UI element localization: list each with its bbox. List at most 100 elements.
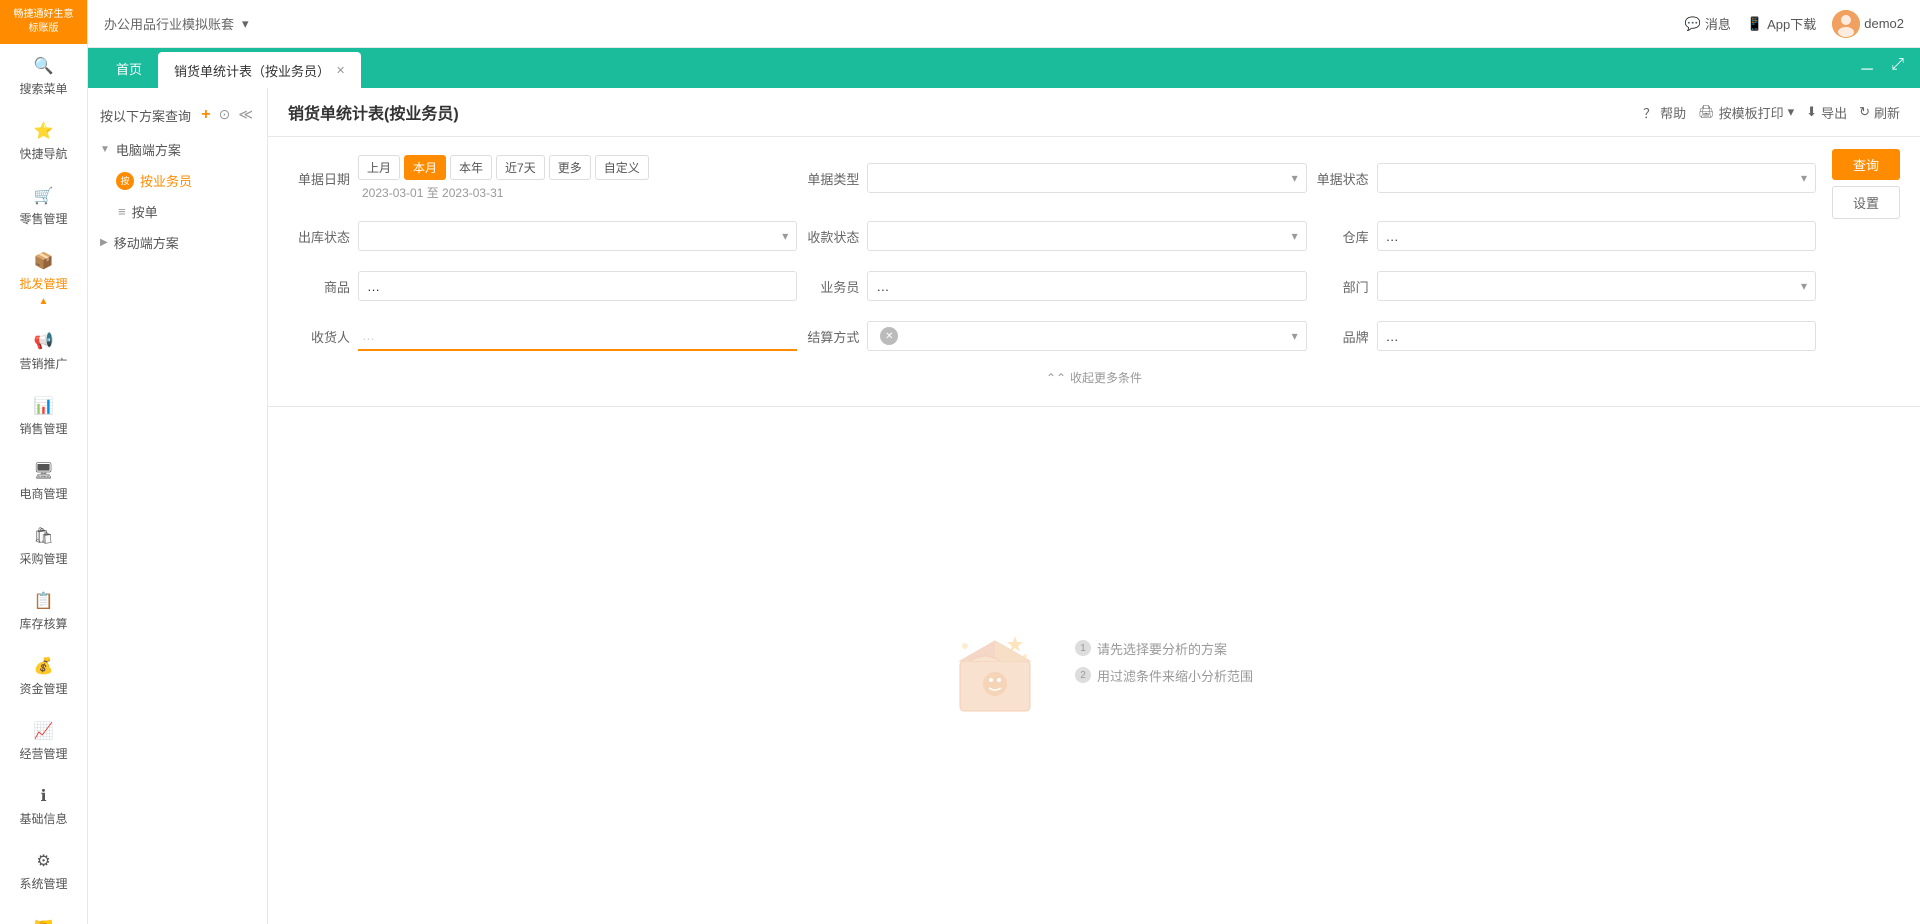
warehouse-filter-cell: 仓库 … — [1307, 215, 1816, 257]
doc-status-select[interactable]: ▾ — [1377, 163, 1816, 193]
order-icon: ≡ — [118, 204, 126, 219]
tree-item-order[interactable]: ≡ 按单 — [88, 196, 267, 227]
app-download-label: App下载 — [1767, 14, 1816, 33]
date-btn-this-year[interactable]: 本年 — [450, 155, 492, 180]
sidebar-item-enterprise[interactable]: 🤝 企业协同 — [0, 904, 87, 924]
sidebar-item-system[interactable]: ⚙ 系统管理 — [0, 839, 87, 904]
goods-filter-cell: 商品 … — [288, 265, 797, 307]
settings-scheme-button[interactable]: ⊙ — [217, 104, 233, 126]
basic-icon: ℹ — [40, 786, 46, 806]
template-print-button[interactable]: 🖨 按模板打印 ▾ — [1698, 103, 1794, 122]
tab-home[interactable]: 首页 — [100, 48, 158, 88]
workspace-title: 办公用品行业模拟账套 — [104, 14, 234, 33]
sidebar-item-finance[interactable]: 💰 资金管理 — [0, 644, 87, 709]
brand-select[interactable]: … — [1377, 321, 1816, 351]
sidebar-item-inventory[interactable]: 📋 库存核算 — [0, 579, 87, 644]
dept-filter-cell: 部门 ▾ — [1307, 265, 1816, 307]
purchase-icon: 🛍 — [33, 526, 53, 546]
sidebar-item-retail[interactable]: 🛒 零售管理 — [0, 174, 87, 239]
doc-status-filter-cell: 单据状态 ▾ — [1307, 149, 1816, 207]
sidebar-item-label: 零售管理 — [19, 210, 67, 227]
shipment-select[interactable]: ▾ — [358, 221, 797, 251]
sidebar-item-label: 搜索菜单 — [19, 80, 67, 97]
payment-select[interactable]: ▾ — [867, 221, 1306, 251]
sidebar-nav: 🔍 搜索菜单 ⭐ 快捷导航 🛒 零售管理 📦 批发管理 ▲ 📢 营销推广 📊 销… — [0, 44, 87, 924]
reset-button[interactable]: 设置 — [1832, 186, 1900, 219]
settlement-chevron: ▾ — [1292, 329, 1298, 343]
sidebar-item-sales[interactable]: 📊 销售管理 — [0, 384, 87, 449]
tab-report-label: 销货单统计表（按业务员） — [174, 61, 330, 80]
date-btn-7days[interactable]: 近7天 — [496, 155, 545, 180]
message-icon: 💬 — [1685, 16, 1701, 32]
receiver-input[interactable]: … — [358, 321, 797, 351]
collapse-panel-button[interactable]: ≪ — [236, 104, 255, 126]
refresh-icon: ↻ — [1859, 104, 1870, 120]
tab-report[interactable]: 销货单统计表（按业务员） ✕ — [158, 52, 361, 88]
refresh-button[interactable]: ↻ 刷新 — [1859, 103, 1900, 122]
tip-1-text: 请先选择要分析的方案 — [1097, 639, 1227, 658]
dept-select[interactable]: ▾ — [1377, 271, 1816, 301]
sidebar-item-label: 电商管理 — [19, 485, 67, 502]
tip-num-1: 1 — [1075, 640, 1091, 656]
tree-item-pc[interactable]: ▼ 电脑端方案 — [88, 134, 267, 165]
sidebar-item-search[interactable]: 🔍 搜索菜单 — [0, 44, 87, 109]
sidebar-item-wholesale[interactable]: 📦 批发管理 ▲ — [0, 239, 87, 319]
system-icon: ⚙ — [36, 851, 50, 871]
export-button[interactable]: ⬇ 导出 — [1806, 103, 1847, 122]
settlement-clear-button[interactable]: ✕ — [880, 327, 898, 345]
tree-expand-icon: ▼ — [100, 144, 110, 155]
filter-area: 单据日期 上月 本月 本年 近7天 更多 自定义 2023-03-01 至 20… — [268, 137, 1920, 407]
tabbar-right: － ⤢ — [1855, 52, 1908, 84]
salesperson-value: … — [876, 279, 889, 294]
warehouse-value: … — [1386, 229, 1399, 244]
date-btn-last-month[interactable]: 上月 — [358, 155, 400, 180]
refresh-label: 刷新 — [1874, 103, 1900, 122]
date-btn-custom[interactable]: 自定义 — [595, 155, 649, 180]
query-button[interactable]: 查询 — [1832, 149, 1900, 180]
sidebar-item-marketing[interactable]: 📢 营销推广 — [0, 319, 87, 384]
tree-item-mobile[interactable]: ▶ 移动端方案 — [88, 227, 267, 258]
settlement-select[interactable]: ✕ ▾ — [867, 321, 1306, 351]
sidebar-item-label: 快捷导航 — [19, 145, 67, 162]
warehouse-select[interactable]: … — [1377, 221, 1816, 251]
date-btn-this-month[interactable]: 本月 — [404, 155, 446, 180]
tab-close-icon[interactable]: ✕ — [336, 64, 345, 77]
goods-value: … — [367, 279, 380, 294]
goods-select[interactable]: … — [358, 271, 797, 301]
doc-type-select[interactable]: ▾ — [867, 163, 1306, 193]
sidebar-item-label: 资金管理 — [19, 680, 67, 697]
sidebar-item-operations[interactable]: 📈 经营管理 — [0, 709, 87, 774]
app-download-button[interactable]: 📱 App下载 — [1747, 14, 1816, 33]
page-actions: ？ 帮助 🖨 按模板打印 ▾ ⬇ 导出 ↻ 刷新 — [1643, 103, 1900, 122]
sidebar-item-label: 采购管理 — [19, 550, 67, 567]
salesperson-select[interactable]: … — [867, 271, 1306, 301]
date-btn-more[interactable]: 更多 — [549, 155, 591, 180]
export-icon: ⬇ — [1806, 104, 1817, 120]
receiver-value: … — [362, 328, 375, 343]
workspace-dropdown[interactable]: ▾ — [242, 16, 249, 32]
user-area[interactable]: demo2 — [1832, 10, 1904, 38]
message-button[interactable]: 💬 消息 — [1685, 14, 1731, 33]
sidebar-item-label: 营销推广 — [19, 355, 67, 372]
tree-item-salesperson[interactable]: 按 按业务员 — [88, 165, 267, 196]
sidebar-item-ecommerce[interactable]: 🖥 电商管理 — [0, 449, 87, 514]
tip-2-text: 用过滤条件来缩小分析范围 — [1097, 666, 1253, 685]
panel-header-icons: + ⊙ ≪ — [199, 104, 255, 126]
collapse-up-icon: ⌃⌃ — [1046, 371, 1066, 385]
logo[interactable]: 畅捷通好生意 标账版 — [0, 0, 87, 44]
sidebar-item-basic[interactable]: ℹ 基础信息 — [0, 774, 87, 839]
sidebar-item-quick[interactable]: ⭐ 快捷导航 — [0, 109, 87, 174]
tree-item-mobile-label: 移动端方案 — [114, 233, 179, 252]
tab-minimize-button[interactable]: － — [1855, 52, 1879, 84]
help-button[interactable]: ？ 帮助 — [1643, 103, 1686, 122]
empty-tip-2: 2 用过滤条件来缩小分析范围 — [1075, 666, 1253, 685]
sidebar-item-purchase[interactable]: 🛍 采购管理 — [0, 514, 87, 579]
collapse-button[interactable]: ⌃⌃ 收起更多条件 — [1046, 369, 1142, 386]
ecommerce-icon: 🖥 — [33, 461, 53, 481]
tab-maximize-button[interactable]: ⤢ — [1887, 52, 1908, 84]
marketing-icon: 📢 — [34, 331, 54, 351]
panel-header-label: 按以下方案查询 — [100, 106, 191, 125]
doc-status-label: 单据状态 — [1307, 169, 1377, 188]
empty-state: 1 请先选择要分析的方案 2 用过滤条件来缩小分析范围 — [268, 407, 1920, 924]
add-scheme-button[interactable]: + — [199, 104, 212, 126]
